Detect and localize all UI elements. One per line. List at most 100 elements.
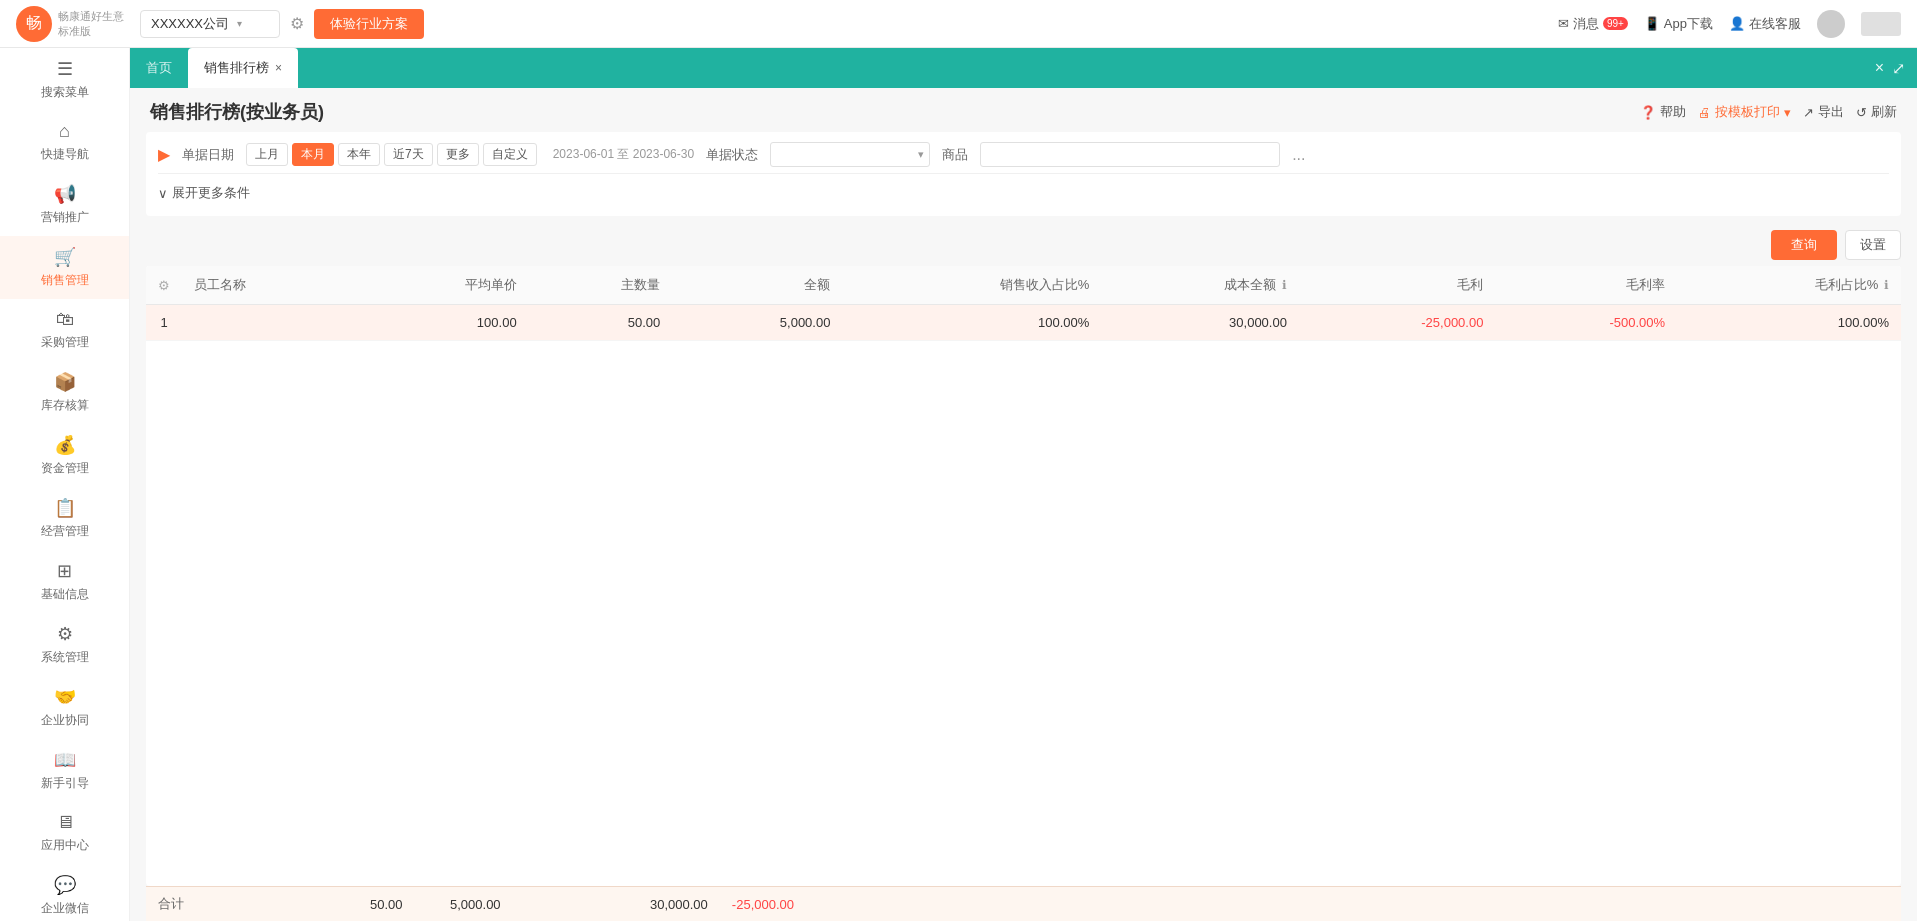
filter-expand-arrow[interactable]: ▶ [158, 145, 170, 164]
tab-sales-ranking[interactable]: 销售排行榜 × [188, 48, 298, 88]
top-bar: 畅 畅康通好生意 标准版 XXXXXX公司 ▾ ⚙ 体验行业方案 ✉ 消息 99… [0, 0, 1917, 48]
online-service-button[interactable]: 👤 在线客服 [1729, 15, 1801, 33]
th-total: 全额 [672, 266, 842, 305]
print-dropdown-icon: ▾ [1784, 105, 1791, 120]
status-select[interactable] [770, 142, 930, 167]
cell-name-0 [182, 305, 355, 341]
footer-cells: 50.00 5,000.00 30,000.00 -25,000.00 [278, 897, 806, 912]
company-dropdown-icon: ▾ [237, 18, 242, 29]
top-settings-icon[interactable]: ⚙ [290, 14, 304, 33]
sidebar-icon-8: ⊞ [57, 560, 72, 582]
goods-label: 商品 [942, 146, 968, 164]
sidebar-item-新手引导[interactable]: 📖新手引导 [0, 739, 129, 802]
message-button[interactable]: ✉ 消息 99+ [1558, 15, 1628, 33]
download-icon: 📱 [1644, 16, 1660, 31]
footer-main-qty: 50.00 [358, 897, 438, 912]
cell-main-qty-0: 50.00 [529, 305, 673, 341]
sidebar-item-库存核算[interactable]: 📦 库存核算 [0, 361, 129, 424]
profit-pct-info-icon[interactable]: ℹ [1884, 278, 1889, 292]
sidebar-icon-4: 🛍 [56, 309, 74, 330]
help-icon: ❓ [1640, 105, 1656, 120]
print-button[interactable]: 🖨 按模板打印 ▾ [1698, 103, 1791, 121]
filter-row-1: ▶ 单据日期 上月 本月 本年 近7天 更多 自定义 2023-06-01 至 … [158, 142, 1889, 167]
sidebar-item-基础信息[interactable]: ⊞ 基础信息 [0, 550, 129, 613]
sidebar-label-4: 采购管理 [41, 334, 89, 351]
th-profit-rate: 毛利率 [1495, 266, 1677, 305]
export-button[interactable]: ↗ 导出 [1803, 103, 1844, 121]
cell-revenue-pct-0: 100.00% [842, 305, 1101, 341]
export-icon: ↗ [1803, 105, 1814, 120]
date-label: 单据日期 [182, 146, 234, 164]
query-button[interactable]: 查询 [1771, 230, 1837, 260]
logo-text: 畅康通好生意 标准版 [58, 9, 124, 38]
page-title: 销售排行榜(按业务员) [150, 100, 324, 124]
status-select-wrap [770, 142, 930, 167]
expand-btn-row: ∨ 展开更多条件 [158, 173, 1889, 206]
sidebar-label-12: 应用中心 [41, 837, 89, 854]
company-selector[interactable]: XXXXXX公司 ▾ [140, 10, 280, 38]
sidebar-item-经营管理[interactable]: 📋经营管理 [0, 487, 129, 550]
sidebar-item-快捷导航[interactable]: ⌂ 快捷导航 [0, 111, 129, 173]
service-icon: 👤 [1729, 16, 1745, 31]
sidebar-item-企业微信[interactable]: 💬企业微信 [0, 864, 129, 921]
cost-info-icon[interactable]: ℹ [1282, 278, 1287, 292]
sidebar-item-营销推广[interactable]: 📢营销推广 [0, 173, 129, 236]
table-header-row: ⚙ 员工名称 平均单价 主数量 全额 销售收入占比% 成本全额 ℹ 毛 [146, 266, 1901, 305]
sidebar-item-采购管理[interactable]: 🛍 采购管理 [0, 299, 129, 361]
tab-home[interactable]: 首页 [130, 48, 188, 88]
logo-icon: 畅 [16, 6, 52, 42]
goods-more-icon[interactable]: ... [1292, 146, 1305, 164]
cell-profit-pct-0: 100.00% [1677, 305, 1901, 341]
sidebar-item-搜索菜单[interactable]: ☰搜索菜单 [0, 48, 129, 111]
sidebar-label-1: 快捷导航 [41, 146, 89, 163]
expand-more-btn[interactable]: ∨ 展开更多条件 [158, 184, 1889, 202]
table-footer: 合计 50.00 5,000.00 30,000.00 -25,000.00 [146, 886, 1901, 921]
sidebar-item-应用中心[interactable]: 🖥应用中心 [0, 802, 129, 864]
th-cost: 成本全额 ℹ [1101, 266, 1299, 305]
th-employee-name: 员工名称 [182, 266, 355, 305]
column-settings-button[interactable]: 设置 [1845, 230, 1901, 260]
sidebar-label-5: 库存核算 [41, 397, 89, 414]
footer-total: 5,000.00 [438, 897, 518, 912]
cell-total-0: 5,000.00 [672, 305, 842, 341]
action-bar: 查询 设置 [130, 224, 1917, 266]
footer-cost: 30,000.00 [638, 897, 720, 912]
date-cur-month-btn[interactable]: 本月 [292, 143, 334, 166]
tab-close-icon[interactable]: × [275, 61, 282, 75]
th-profit-pct: 毛利占比% ℹ [1677, 266, 1901, 305]
sidebar-item-资金管理[interactable]: 💰资金管理 [0, 424, 129, 487]
sidebar-icon-11: 📖 [54, 749, 76, 771]
date-year-btn[interactable]: 本年 [338, 143, 380, 166]
th-avg-price: 平均单价 [355, 266, 528, 305]
avatar[interactable] [1817, 10, 1845, 38]
tab-close-all-icon[interactable]: × [1875, 59, 1884, 77]
date-prev-month-btn[interactable]: 上月 [246, 143, 288, 166]
sidebar-icon-5: 📦 [54, 371, 76, 393]
help-button[interactable]: ❓ 帮助 [1640, 103, 1686, 121]
date-more-btn[interactable]: 更多 [437, 143, 479, 166]
app-download-button[interactable]: 📱 App下载 [1644, 15, 1713, 33]
refresh-icon: ↺ [1856, 105, 1867, 120]
app-logo: 畅 畅康通好生意 标准版 [16, 6, 124, 42]
sidebar-item-企业协同[interactable]: 🤝企业协同 [0, 676, 129, 739]
date-7days-btn[interactable]: 近7天 [384, 143, 433, 166]
sidebar-item-系统管理[interactable]: ⚙系统管理 [0, 613, 129, 676]
refresh-button[interactable]: ↺ 刷新 [1856, 103, 1897, 121]
th-profit: 毛利 [1299, 266, 1496, 305]
sidebar-icon-1: ⌂ [59, 121, 70, 142]
sidebar-label-8: 基础信息 [41, 586, 89, 603]
sidebar-label-13: 企业微信 [41, 900, 89, 917]
sidebar-label-7: 经营管理 [41, 523, 89, 540]
cell-cost-0: 30,000.00 [1101, 305, 1299, 341]
message-icon: ✉ [1558, 16, 1569, 31]
tab-expand-icon[interactable]: ⤢ [1892, 59, 1905, 78]
trial-button[interactable]: 体验行业方案 [314, 9, 424, 39]
date-custom-btn[interactable]: 自定义 [483, 143, 537, 166]
sidebar-icon-3: 🛒 [54, 246, 76, 268]
page-header: 销售排行榜(按业务员) ❓ 帮助 🖨 按模板打印 ▾ ↗ [130, 88, 1917, 132]
filter-area: ▶ 单据日期 上月 本月 本年 近7天 更多 自定义 2023-06-01 至 … [146, 132, 1901, 216]
tab-bar-actions: × ⤢ [1875, 59, 1917, 78]
goods-input[interactable] [980, 142, 1280, 167]
sidebar-item-销售管理[interactable]: 🛒销售管理 [0, 236, 129, 299]
column-gear-icon[interactable]: ⚙ [158, 278, 170, 293]
